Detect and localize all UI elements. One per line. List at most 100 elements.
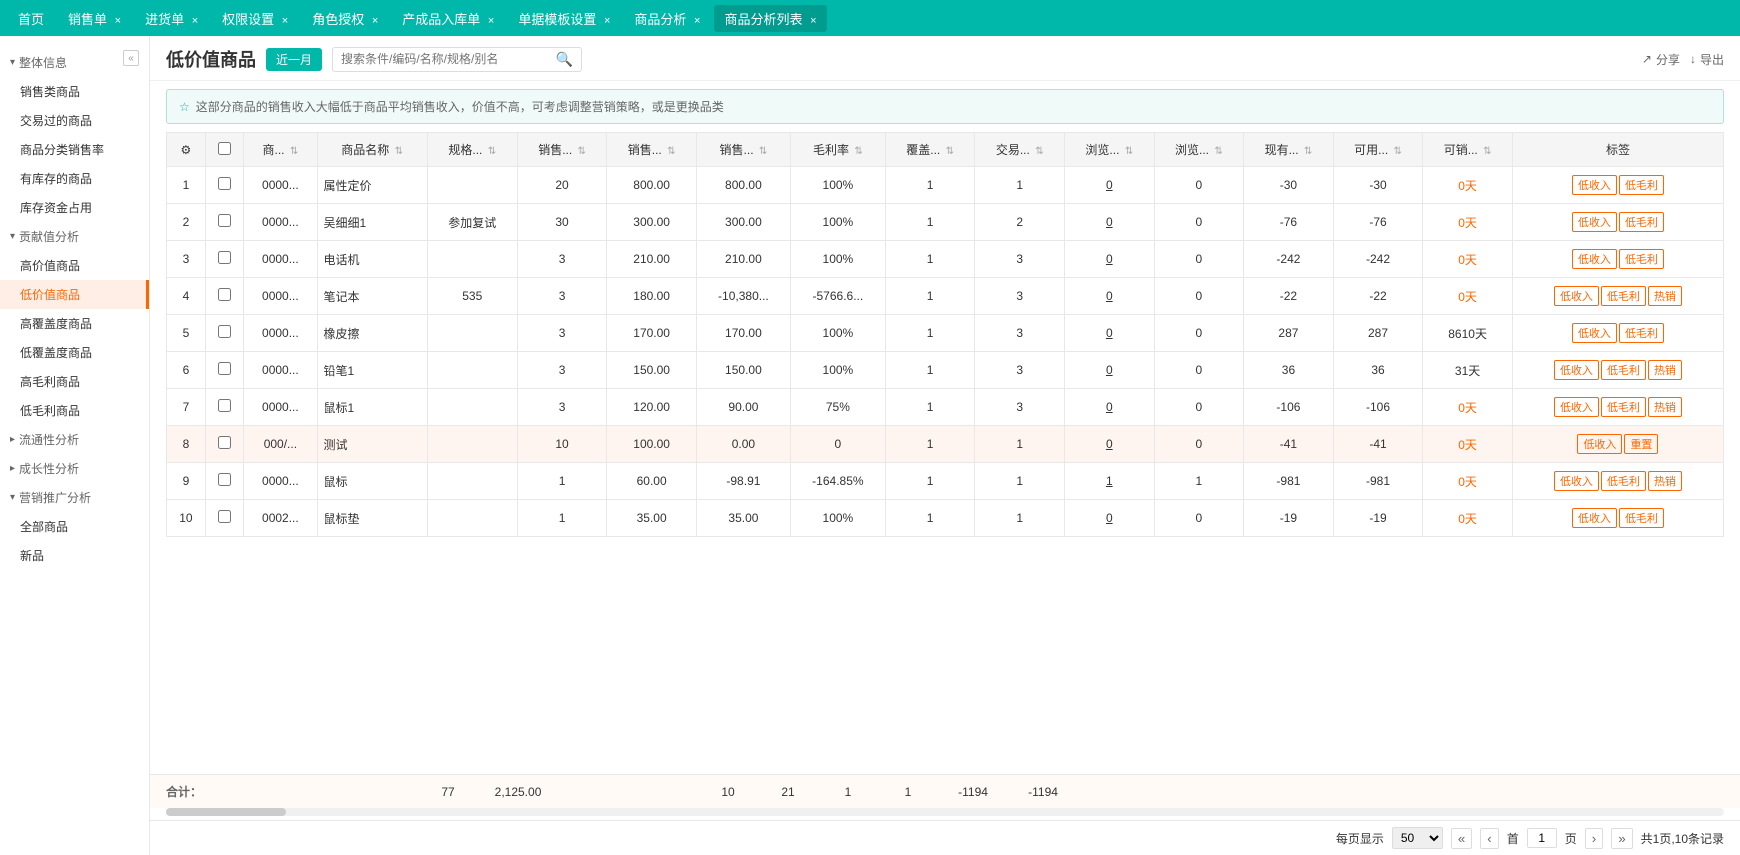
collapse-button[interactable]: « [123,50,139,66]
nav-purchase[interactable]: 进货单 × [135,5,208,32]
close-icon[interactable]: × [282,15,288,27]
browse-link[interactable]: 0 [1106,326,1113,340]
browse-link[interactable]: 0 [1106,252,1113,266]
td-sales-price: 60.00 [607,463,697,500]
browse-link[interactable]: 0 [1106,437,1113,451]
th-margin[interactable]: 毛利率 ⇅ [790,133,885,167]
sidebar-section-overall[interactable]: ▾ 整体信息 [0,48,119,77]
scrollbar-track[interactable] [166,808,1724,816]
th-available[interactable]: 可用... ⇅ [1333,133,1423,167]
browse-link[interactable]: 0 [1106,400,1113,414]
th-code[interactable]: 商... ⇅ [244,133,317,167]
th-sales-amount[interactable]: 销售... ⇅ [696,133,790,167]
nav-template[interactable]: 单据模板设置 × [508,5,620,32]
tag: 低收入 [1554,471,1599,491]
th-transactions[interactable]: 交易... ⇅ [975,133,1065,167]
nav-sales[interactable]: 销售单 × [58,5,131,32]
nav-permission[interactable]: 权限设置 × [212,5,298,32]
nav-inbound[interactable]: 产成品入库单 × [392,5,504,32]
time-filter-button[interactable]: 近一月 [266,48,322,71]
table-row: 10 0002... 鼠标垫 1 35.00 35.00 100% 1 1 0 … [167,500,1724,537]
row-checkbox[interactable] [218,362,231,375]
close-icon[interactable]: × [694,15,700,27]
close-icon[interactable]: × [604,15,610,27]
tag: 低收入 [1572,212,1617,232]
page-size-select[interactable]: 50 100 [1392,827,1443,849]
th-sales-qty[interactable]: 销售... ⇅ [517,133,607,167]
nav-goods-analysis[interactable]: 商品分析 × [624,5,710,32]
td-available: -30 [1333,167,1423,204]
row-checkbox[interactable] [218,399,231,412]
sidebar-section-marketing[interactable]: ▾ 营销推广分析 [0,483,149,512]
row-checkbox[interactable] [218,473,231,486]
th-coverage[interactable]: 覆盖... ⇅ [885,133,975,167]
close-icon[interactable]: × [192,15,198,27]
share-button[interactable]: ↗ 分享 [1642,51,1680,68]
sidebar-section-circulation[interactable]: ▸ 流通性分析 [0,425,149,454]
row-checkbox[interactable] [218,177,231,190]
th-browse2[interactable]: 浏览... ⇅ [1154,133,1244,167]
sidebar-item-low-coverage[interactable]: 低覆盖度商品 [0,338,149,367]
row-checkbox[interactable] [218,510,231,523]
sidebar-item-new-products[interactable]: 新品 [0,541,149,570]
browse-link[interactable]: 0 [1106,289,1113,303]
sidebar-item-all-products[interactable]: 全部商品 [0,512,149,541]
sidebar-item-traded[interactable]: 交易过的商品 [0,106,149,135]
select-all-checkbox[interactable] [218,142,231,155]
nav-role[interactable]: 角色授权 × [302,5,388,32]
page-label: 首 [1507,830,1519,847]
scrollbar-thumb[interactable] [166,808,286,816]
sidebar-item-low-margin[interactable]: 低毛利商品 [0,396,149,425]
sidebar-section-growth[interactable]: ▸ 成长性分析 [0,454,149,483]
sidebar-item-stock-items[interactable]: 有库存的商品 [0,164,149,193]
first-page-button[interactable]: « [1451,828,1472,849]
tag: 低收入 [1572,175,1617,195]
sidebar-item-high-margin[interactable]: 高毛利商品 [0,367,149,396]
td-tags: 低收入低毛利热销 [1512,389,1723,426]
th-spec[interactable]: 规格... ⇅ [427,133,517,167]
sidebar-item-high-coverage[interactable]: 高覆盖度商品 [0,309,149,338]
browse-link[interactable]: 0 [1106,363,1113,377]
th-settings[interactable]: ⚙ [167,133,206,167]
td-transactions: 3 [975,278,1065,315]
sidebar-item-category-rate[interactable]: 商品分类销售率 [0,135,149,164]
th-tags: 标签 [1512,133,1723,167]
th-name[interactable]: 商品名称 ⇅ [317,133,427,167]
row-checkbox[interactable] [218,325,231,338]
tag: 低毛利 [1619,212,1664,232]
row-checkbox[interactable] [218,251,231,264]
export-button[interactable]: ↓ 导出 [1690,51,1724,68]
row-checkbox[interactable] [218,436,231,449]
sidebar-item-high-value[interactable]: 高价值商品 [0,251,149,280]
browse-link[interactable]: 0 [1106,215,1113,229]
row-checkbox[interactable] [218,214,231,227]
tag: 低毛利 [1601,397,1646,417]
prev-page-button[interactable]: ‹ [1480,828,1498,849]
nav-goods-analysis-list[interactable]: 商品分析列表 × [714,5,826,32]
sidebar-section-contribution[interactable]: ▾ 贡献值分析 [0,222,149,251]
close-icon[interactable]: × [488,15,494,27]
last-page-button[interactable]: » [1611,828,1632,849]
sidebar-item-sales-products[interactable]: 销售类商品 [0,77,149,106]
browse-link[interactable]: 1 [1106,474,1113,488]
close-icon[interactable]: × [372,15,378,27]
sidebar-item-low-value[interactable]: 低价值商品 [0,280,149,309]
browse-link[interactable]: 0 [1106,178,1113,192]
td-coverage: 1 [885,204,975,241]
browse-link[interactable]: 0 [1106,511,1113,525]
nav-home[interactable]: 首页 [8,5,54,32]
td-current-stock: 287 [1244,315,1334,352]
close-icon[interactable]: × [810,15,816,27]
th-sellable[interactable]: 可销... ⇅ [1423,133,1513,167]
close-icon[interactable]: × [115,15,121,27]
td-browse2: 0 [1154,241,1244,278]
search-input[interactable] [341,52,556,66]
th-sales-price[interactable]: 销售... ⇅ [607,133,697,167]
sidebar-item-stock-funds[interactable]: 库存资金占用 [0,193,149,222]
row-checkbox[interactable] [218,288,231,301]
next-page-button[interactable]: › [1585,828,1603,849]
page-number-input[interactable] [1527,828,1557,848]
search-icon[interactable]: 🔍 [556,51,573,68]
th-browse1[interactable]: 浏览... ⇅ [1065,133,1155,167]
th-current-stock[interactable]: 现有... ⇅ [1244,133,1334,167]
